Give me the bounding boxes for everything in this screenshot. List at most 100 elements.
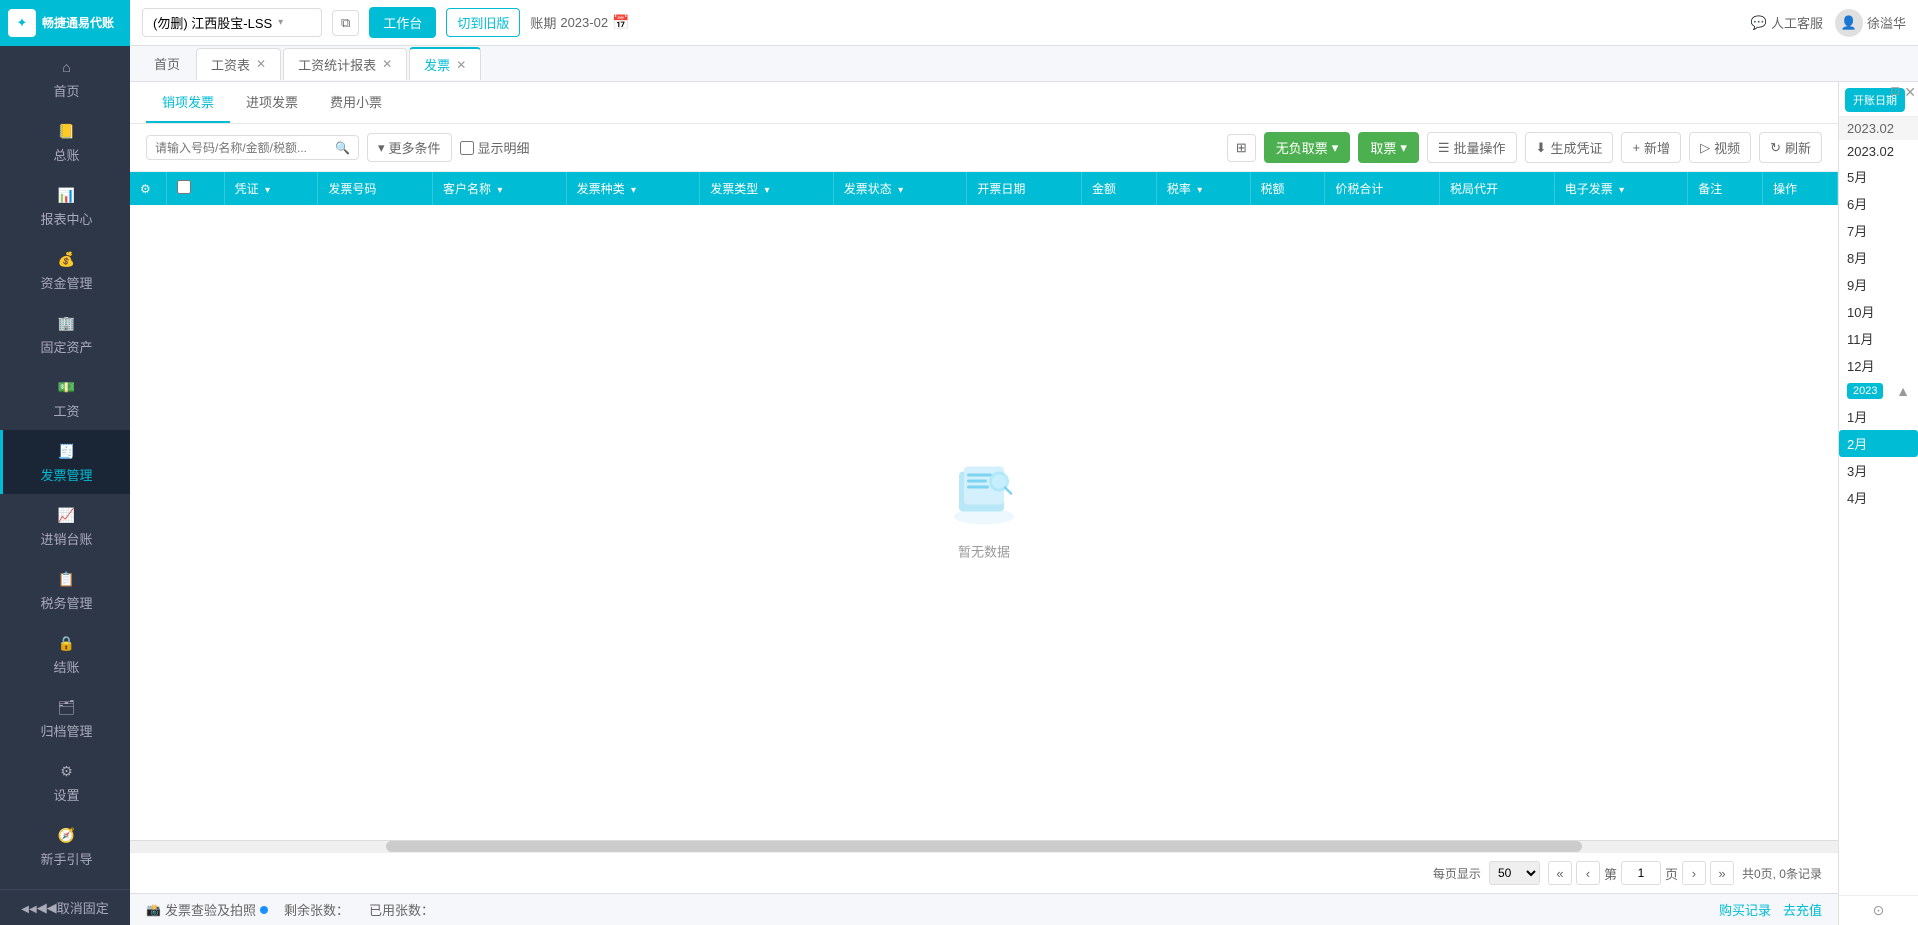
page-input[interactable] bbox=[1621, 861, 1661, 885]
logo-icon: ✦ bbox=[8, 9, 36, 37]
sidebar-item-archive[interactable]: 归档管理 bbox=[0, 686, 130, 750]
search-icon[interactable] bbox=[335, 140, 350, 155]
page-label2: 页 bbox=[1665, 864, 1678, 883]
col-checkbox[interactable] bbox=[166, 172, 224, 205]
col-tax-bureau: 税局代开 bbox=[1440, 172, 1555, 205]
date-panel: ⊡ ✕ 开账日期 2023.02 2023.02 5月 6月 7月 bbox=[1838, 82, 1918, 925]
new-btn[interactable]: + 新增 bbox=[1621, 132, 1681, 163]
maximize-icon[interactable]: ⊡ bbox=[1890, 84, 1900, 101]
sidebar-item-guide[interactable]: 新手引导 bbox=[0, 814, 130, 878]
salary-icon bbox=[58, 376, 75, 397]
refresh-btn[interactable]: ↻ 刷新 bbox=[1759, 132, 1822, 163]
date-row-4[interactable]: 4月 bbox=[1839, 484, 1918, 511]
tab-home[interactable]: 首页 bbox=[140, 48, 194, 79]
date-row-6[interactable]: 6月 bbox=[1839, 190, 1918, 217]
company-selector[interactable]: (勿删) 江西股宝-LSS ▾ bbox=[142, 8, 322, 37]
select-all-checkbox[interactable] bbox=[177, 180, 191, 194]
search-input[interactable] bbox=[155, 141, 335, 155]
batch-op-label: 批量操作 bbox=[1454, 138, 1506, 157]
subtab-expense-ticket[interactable]: 费用小票 bbox=[314, 82, 398, 123]
sidebar-item-invoice[interactable]: 发票管理 bbox=[0, 430, 130, 494]
date-row-3[interactable]: 3月 bbox=[1839, 457, 1918, 484]
date-row-12[interactable]: 12月 bbox=[1839, 352, 1918, 379]
prev-page-btn[interactable]: ‹ bbox=[1576, 861, 1600, 885]
video-btn[interactable]: ▷ 视频 bbox=[1689, 132, 1751, 163]
batch-op-btn[interactable]: ☰ 批量操作 bbox=[1427, 132, 1517, 163]
date-row-8[interactable]: 8月 bbox=[1839, 244, 1918, 271]
date-row-1[interactable]: 1月 bbox=[1839, 403, 1918, 430]
date-row-2-active[interactable]: 2月 bbox=[1839, 430, 1918, 457]
sidebar-item-label: 总账 bbox=[53, 145, 79, 164]
tax-rate-filter-icon[interactable]: ▾ bbox=[1197, 185, 1202, 196]
customer-filter-icon[interactable]: ▾ bbox=[497, 185, 502, 196]
year-badge: 2023 bbox=[1847, 383, 1883, 399]
sidebar: ✦ 畅捷通易代账 首页 总账 报表中心 资金管理 固定资产 工资 bbox=[0, 0, 130, 925]
col-tax-rate: 税率 ▾ bbox=[1156, 172, 1250, 205]
service-btn[interactable]: 💬 人工客服 bbox=[1751, 13, 1823, 32]
panel-scroll-btn[interactable]: ⊙ bbox=[1839, 895, 1918, 925]
year-up-icon[interactable]: ▲ bbox=[1896, 383, 1910, 399]
fund-icon bbox=[58, 248, 75, 269]
sidebar-item-settings[interactable]: 设置 bbox=[0, 750, 130, 814]
last-page-btn[interactable]: » bbox=[1710, 861, 1734, 885]
sidebar-item-home[interactable]: 首页 bbox=[0, 46, 130, 110]
sidebar-item-member[interactable]: 畅会员 bbox=[0, 878, 130, 889]
tab-salary-close[interactable]: ✕ bbox=[256, 57, 266, 71]
sidebar-collapse-btn[interactable]: ◀◀ 取消固定 bbox=[0, 889, 130, 925]
status-filter-icon[interactable]: ▾ bbox=[898, 185, 903, 196]
grid-settings-btn[interactable]: ⊞ bbox=[1227, 134, 1256, 162]
tab-home-label: 首页 bbox=[154, 57, 180, 72]
panel-close-icon[interactable]: ✕ bbox=[1904, 84, 1916, 101]
date-row-11[interactable]: 11月 bbox=[1839, 325, 1918, 352]
sidebar-item-asset[interactable]: 固定资产 bbox=[0, 302, 130, 366]
sidebar-item-tax[interactable]: 税务管理 bbox=[0, 558, 130, 622]
date-row-10[interactable]: 10月 bbox=[1839, 298, 1918, 325]
voucher-filter-icon[interactable]: ▾ bbox=[265, 185, 270, 196]
next-page-btn[interactable]: › bbox=[1682, 861, 1706, 885]
no-invoice-dropdown-icon: ▾ bbox=[1332, 140, 1339, 156]
tab-salary-stat-close[interactable]: ✕ bbox=[382, 57, 392, 71]
gen-voucher-btn[interactable]: ⬇ 生成凭证 bbox=[1525, 132, 1614, 163]
scroll-area[interactable] bbox=[130, 840, 1838, 852]
sidebar-item-label: 首页 bbox=[53, 81, 79, 100]
tab-invoice[interactable]: 发票 ✕ bbox=[409, 47, 481, 80]
no-invoice-btn[interactable]: 无负取票 ▾ bbox=[1264, 132, 1351, 163]
sidebar-item-ledger[interactable]: 总账 bbox=[0, 110, 130, 174]
copy-icon: ⧉ bbox=[341, 15, 350, 30]
per-page-select[interactable]: 50 100 200 bbox=[1489, 861, 1540, 885]
recharge-link[interactable]: 去充值 bbox=[1783, 900, 1822, 919]
take-invoice-btn[interactable]: 取票 ▾ bbox=[1358, 132, 1419, 163]
filter-btn[interactable]: ▾ 更多条件 bbox=[367, 133, 452, 162]
first-page-btn[interactable]: « bbox=[1548, 861, 1572, 885]
date-row-7[interactable]: 7月 bbox=[1839, 217, 1918, 244]
sidebar-item-close-acc[interactable]: 结账 bbox=[0, 622, 130, 686]
invoice-subtype-filter-icon[interactable]: ▾ bbox=[765, 185, 770, 196]
invoice-type-filter-icon[interactable]: ▾ bbox=[631, 185, 636, 196]
date-row-9[interactable]: 9月 bbox=[1839, 271, 1918, 298]
electronic-filter-icon[interactable]: ▾ bbox=[1619, 185, 1624, 196]
tab-invoice-close[interactable]: ✕ bbox=[456, 58, 466, 72]
sidebar-item-salary[interactable]: 工资 bbox=[0, 366, 130, 430]
refresh-label: 刷新 bbox=[1785, 138, 1811, 157]
workbench-btn[interactable]: 工作台 bbox=[369, 7, 436, 38]
subtab-purchase-invoice[interactable]: 进项发票 bbox=[230, 82, 314, 123]
date-row-2023-02[interactable]: 2023.02 bbox=[1839, 140, 1918, 163]
sidebar-item-fund[interactable]: 资金管理 bbox=[0, 238, 130, 302]
table-footer: 每页显示 50 100 200 « ‹ 第 页 › » 共0页, 0条记录 bbox=[130, 852, 1838, 893]
sidebar-item-sales[interactable]: 进销台账 bbox=[0, 494, 130, 558]
switch-btn[interactable]: 切到旧版 bbox=[446, 8, 520, 37]
search-input-wrap bbox=[146, 135, 359, 160]
date-row-5[interactable]: 5月 bbox=[1839, 163, 1918, 190]
subtab-sales-invoice[interactable]: 销项发票 bbox=[146, 82, 230, 123]
purchase-record-link[interactable]: 购买记录 bbox=[1719, 900, 1771, 919]
tab-salary-table[interactable]: 工资表 ✕ bbox=[196, 48, 281, 80]
col-settings[interactable]: ⚙ bbox=[130, 172, 166, 205]
col-invoice-no: 发票号码 bbox=[318, 172, 433, 205]
show-detail-checkbox[interactable] bbox=[460, 141, 474, 155]
copy-btn[interactable]: ⧉ bbox=[332, 10, 359, 36]
sidebar-item-report[interactable]: 报表中心 bbox=[0, 174, 130, 238]
show-detail-wrap[interactable]: 显示明细 bbox=[460, 138, 530, 157]
sidebar-item-label: 资金管理 bbox=[40, 273, 92, 292]
user-info[interactable]: 👤 徐溢华 bbox=[1835, 9, 1906, 37]
tab-salary-stat[interactable]: 工资统计报表 ✕ bbox=[283, 48, 407, 80]
